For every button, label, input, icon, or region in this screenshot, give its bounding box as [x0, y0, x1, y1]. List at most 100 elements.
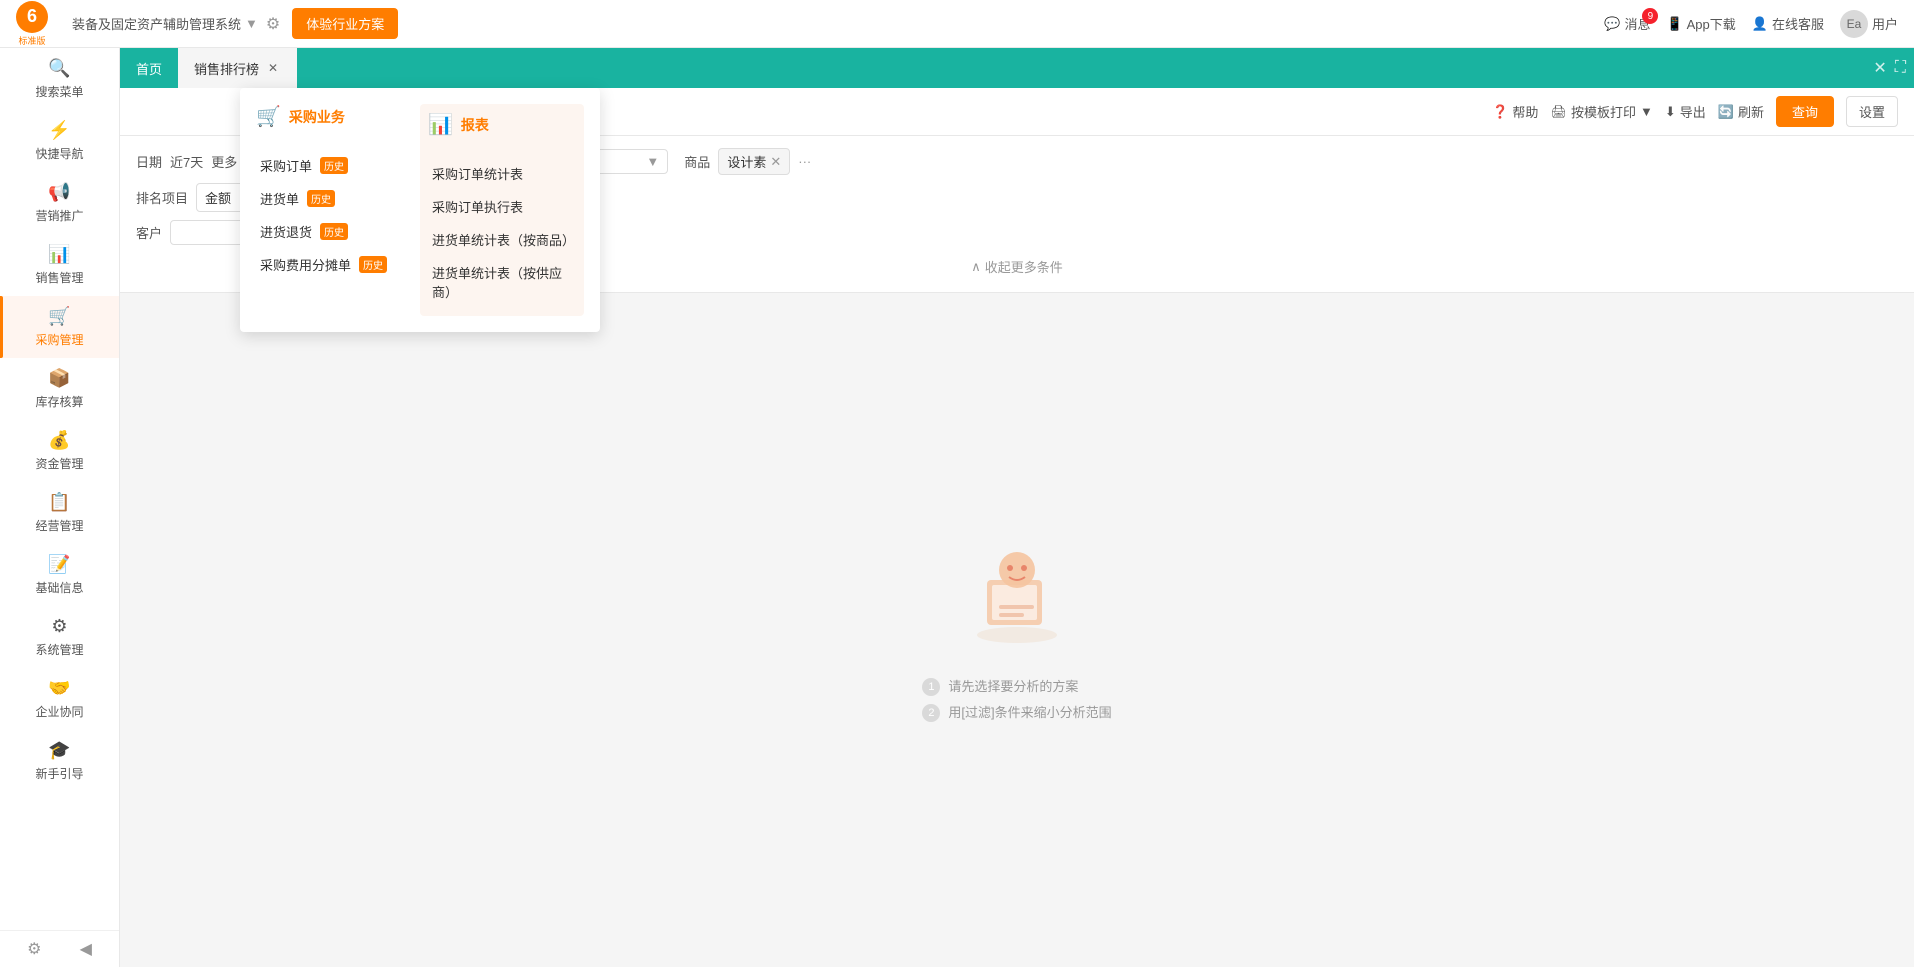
sidebar-item-finance[interactable]: 💰 资金管理	[0, 420, 119, 482]
return-label: 进货退货	[260, 222, 312, 241]
customer-label: 客户	[136, 223, 162, 242]
top-right-area: 💬 消息 9 📱 App下载 👤 在线客服 Ea 用户	[1604, 10, 1898, 38]
phone-icon: 📱	[1666, 16, 1682, 32]
dropdown-item-incoming[interactable]: 进货单 历史	[256, 182, 404, 215]
report-col-title: 📊 报表	[428, 112, 576, 145]
empty-hint-2: 2 用[过滤]条件来缩小分析范围	[922, 700, 1111, 726]
online-service-button[interactable]: 👤 在线客服	[1752, 14, 1824, 33]
hint-num-2: 2	[922, 704, 940, 722]
sidebar-label-search: 搜索菜单	[35, 83, 83, 100]
purchase-dropdown-menu: 🛒 采购业务 采购订单 历史 进货单 历史 进货退货 历史	[240, 88, 600, 332]
help-button[interactable]: ❓ 帮助	[1492, 102, 1538, 121]
hint-text-1: 请先选择要分析的方案	[948, 674, 1078, 700]
service-icon: 👤	[1752, 16, 1768, 32]
collapse-icon: ∧	[971, 259, 981, 275]
refresh-icon: 🔄	[1718, 104, 1734, 120]
sidebar-item-search[interactable]: 🔍 搜索菜单	[0, 48, 119, 110]
goods-tag-close[interactable]: ✕	[770, 154, 781, 170]
history-badge-4: 历史	[359, 256, 387, 273]
sidebar-item-system[interactable]: ⚙ 系统管理	[0, 606, 119, 668]
print-label: 按模板打印	[1571, 102, 1636, 121]
report-col-title-text: 报表	[461, 115, 489, 135]
cooperation-icon: 🤝	[48, 678, 70, 699]
sidebar-item-sales[interactable]: 📊 销售管理	[0, 234, 119, 296]
incoming-by-supplier-label: 进货单统计表（按供应商）	[432, 263, 572, 301]
export-icon: ⬇	[1665, 104, 1676, 120]
tab-home-label: 首页	[136, 59, 162, 78]
topbar-settings-icon[interactable]: ⚙	[266, 14, 280, 34]
query-button[interactable]: 查询	[1776, 96, 1834, 127]
dropdown-item-incoming-by-goods[interactable]: 进货单统计表（按商品）	[428, 223, 576, 256]
sidebar-item-operations[interactable]: 📋 经营管理	[0, 482, 119, 544]
help-label: 帮助	[1512, 102, 1538, 121]
sidebar-item-purchase[interactable]: 🛒 采购管理	[0, 296, 119, 358]
purchase-col-title-text: 采购业务	[289, 107, 345, 127]
report-col-icon: 📊	[428, 112, 453, 137]
messages-button[interactable]: 💬 消息 9	[1604, 14, 1650, 33]
search-icon: 🔍	[48, 58, 70, 79]
sidebar-label-cooperation: 企业协同	[35, 703, 83, 720]
export-button[interactable]: ⬇ 导出	[1665, 102, 1706, 121]
goods-more-btn[interactable]: ···	[798, 154, 811, 169]
dropdown-item-purchase-order[interactable]: 采购订单 历史	[256, 149, 404, 182]
sidebar-label-sales: 销售管理	[35, 269, 83, 286]
bottom-settings-icon[interactable]: ⚙	[27, 939, 41, 959]
main-layout: 🔍 搜索菜单 ⚡ 快捷导航 📢 营销推广 📊 销售管理 🛒 采购管理 📦	[0, 48, 1914, 967]
tab-sales-rank[interactable]: 销售排行榜 ✕	[178, 48, 297, 88]
app-download-button[interactable]: 📱 App下载	[1666, 14, 1735, 33]
sidebar-label-quick-nav: 快捷导航	[35, 145, 83, 162]
sidebar-label-marketing: 营销推广	[35, 207, 83, 224]
finance-icon: 💰	[48, 430, 70, 451]
empty-hints: 1 请先选择要分析的方案 2 用[过滤]条件来缩小分析范围	[922, 674, 1111, 726]
date-label: 日期	[136, 152, 162, 171]
cost-alloc-label: 采购费用分摊单	[260, 255, 351, 274]
dropdown-item-return[interactable]: 进货退货 历史	[256, 215, 404, 248]
sidebar-item-marketing[interactable]: 📢 营销推广	[0, 172, 119, 234]
rank-label: 排名项目	[136, 188, 188, 207]
dropdown-item-po-exec[interactable]: 采购订单执行表	[428, 190, 576, 223]
sidebar-item-cooperation[interactable]: 🤝 企业协同	[0, 668, 119, 730]
goods-tag-label: 设计素	[727, 152, 766, 171]
tab-close-all-icon[interactable]: ✕	[1873, 58, 1886, 78]
empty-illustration	[957, 535, 1077, 658]
hint-num-1: 1	[922, 678, 940, 696]
tab-close-icon[interactable]: ✕	[265, 60, 281, 76]
dropdown-item-incoming-by-supplier[interactable]: 进货单统计表（按供应商）	[428, 256, 576, 308]
history-badge-3: 历史	[320, 223, 348, 240]
date-near7[interactable]: 近7天	[170, 152, 203, 171]
sidebar-label-guide: 新手引导	[35, 765, 83, 782]
messages-icon: 💬	[1604, 16, 1620, 32]
user-button[interactable]: Ea 用户	[1840, 10, 1898, 38]
sidebar-label-basic-info: 基础信息	[35, 579, 83, 596]
inventory-icon: 📦	[48, 368, 70, 389]
system-icon: ⚙	[51, 616, 67, 637]
app-download-label: App下载	[1687, 14, 1736, 33]
refresh-label: 刷新	[1738, 102, 1764, 121]
print-icon: 🖨	[1550, 104, 1567, 120]
messages-badge: 9	[1642, 8, 1658, 24]
tab-home[interactable]: 首页	[120, 48, 178, 88]
dropdown-item-cost-alloc[interactable]: 采购费用分摊单 历史	[256, 248, 404, 281]
sidebar-item-basic-info[interactable]: 📝 基础信息	[0, 544, 119, 606]
purchase-col-icon: 🛒	[256, 104, 281, 129]
history-badge-1: 历史	[320, 157, 348, 174]
quick-nav-icon: ⚡	[48, 120, 70, 141]
logo-icon: 6	[16, 1, 48, 33]
settings-button[interactable]: 设置	[1846, 96, 1898, 127]
title-dropdown-icon[interactable]: ▼	[245, 16, 258, 31]
tab-bar: 首页 销售排行榜 ✕ ✕ ⛶	[120, 48, 1914, 88]
user-label: 用户	[1872, 14, 1898, 33]
dropdown-item-po-summary[interactable]: 采购订单统计表	[428, 157, 576, 190]
refresh-button[interactable]: 🔄 刷新	[1718, 102, 1764, 121]
collapse-sidebar-icon[interactable]: ◀	[80, 939, 92, 959]
sidebar-item-quick-nav[interactable]: ⚡ 快捷导航	[0, 110, 119, 172]
top-bar: 6 标准版 装备及固定资产辅助管理系统 ▼ ⚙ 体验行业方案 💬 消息 9 📱 …	[0, 0, 1914, 48]
sidebar-item-inventory[interactable]: 📦 库存核算	[0, 358, 119, 420]
sidebar-item-guide[interactable]: 🎓 新手引导	[0, 730, 119, 792]
print-button[interactable]: 🖨 按模板打印 ▼	[1550, 102, 1652, 121]
export-label: 导出	[1680, 102, 1706, 121]
industry-button[interactable]: 体验行业方案	[292, 8, 398, 39]
logo-subtitle: 标准版	[18, 34, 45, 47]
date-more[interactable]: 更多	[211, 152, 237, 171]
tab-expand-icon[interactable]: ⛶	[1895, 59, 1906, 77]
